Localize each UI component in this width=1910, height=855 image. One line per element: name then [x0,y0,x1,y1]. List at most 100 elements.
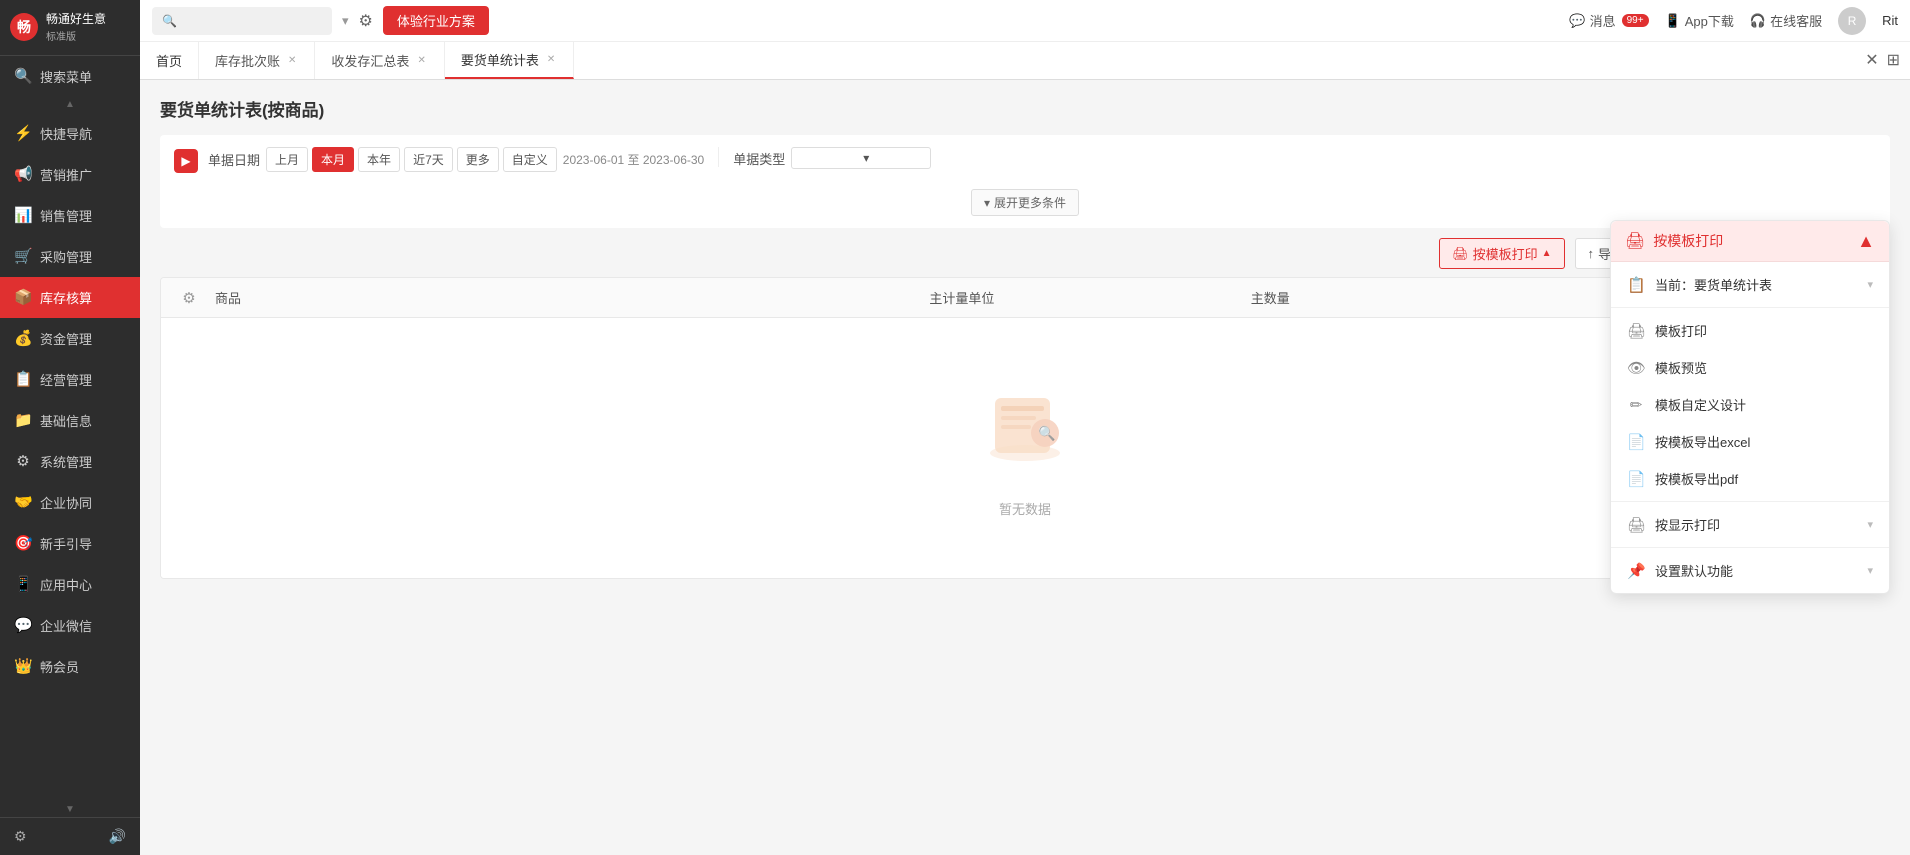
message-icon: 💬 [1569,13,1585,29]
print-btn-chevron-up: ▲ [1542,248,1552,259]
sidebar-item-enterprise[interactable]: 🤝 企业协同 [0,482,140,523]
sidebar-item-purchase[interactable]: 🛒 采购管理 [0,236,140,277]
sidebar-item-label: 采购管理 [40,247,92,266]
sidebar-footer: ⚙ 🔊 [0,817,140,855]
app-download-label: App下载 [1685,11,1734,30]
sidebar-item-basics[interactable]: 📁 基础信息 [0,400,140,441]
dropdown-template-preview[interactable]: 👁 模板预览 [1611,349,1889,386]
filter-expand-button[interactable]: ▶ [174,149,198,173]
window-maximize-btn[interactable]: ⊞ [1887,53,1900,69]
dropdown-display-print-section: 🖨 按显示打印 ▾ [1611,502,1889,547]
dropdown-template-pdf[interactable]: 📄 按模板导出pdf [1611,460,1889,497]
sidebar-item-system[interactable]: ⚙ 系统管理 [0,441,140,482]
expand-more-container: ▾ 展开更多条件 [174,189,1876,216]
logo-icon: 畅 [10,13,38,41]
sidebar-search-label: 搜索菜单 [40,67,92,86]
sidebar-item-label: 畅会员 [40,657,79,676]
sidebar-item-operation[interactable]: 📋 经营管理 [0,359,140,400]
sidebar-item-inventory[interactable]: 📦 库存核算 [0,277,140,318]
dropdown-title: 按模板打印 [1653,231,1723,251]
default-feature-icon: 📌 [1627,562,1645,580]
messages-label: 消息 [1590,11,1616,30]
tab-inventory-batch-close[interactable]: ✕ [286,53,298,68]
template-design-icon: ✏ [1627,396,1645,414]
sidebar-item-label: 基础信息 [40,411,92,430]
topbar-dropdown-icon[interactable]: ▾ [342,13,349,29]
experience-button[interactable]: 体验行业方案 [383,6,489,35]
dropdown-display-print[interactable]: 🖨 按显示打印 ▾ [1611,506,1889,543]
messages-btn[interactable]: 💬 消息 99+ [1569,11,1648,30]
topbar: 🔍 ▾ ⚙ 体验行业方案 💬 消息 99+ 📱 App下载 🎧 在线客服 R R [140,0,1910,42]
svg-text:🔍: 🔍 [1038,424,1055,442]
expand-more-label: 展开更多条件 [994,194,1066,211]
beginner-icon: 🎯 [14,534,32,552]
expand-more-icon: ▾ [984,196,990,210]
dropdown-template-excel[interactable]: 📄 按模板导出excel [1611,423,1889,460]
template-print-icon: 🖨 [1627,322,1645,340]
page-content: 要货单统计表(按商品) ▶ 单据日期 上月 本月 本年 近7天 更多 自定义 2… [140,80,1910,855]
tab-order-stats-label: 要货单统计表 [461,50,539,69]
type-filter-select[interactable]: ▾ [791,147,931,169]
sidebar-search[interactable]: 🔍 搜索菜单 [0,56,140,97]
dropdown-default-feature[interactable]: 📌 设置默认功能 ▾ [1611,552,1889,589]
dropdown-template-design[interactable]: ✏ 模板自定义设计 [1611,386,1889,423]
sidebar-item-shortcut[interactable]: ⚡ 快捷导航 [0,113,140,154]
type-filter-dropdown-icon: ▾ [863,151,922,165]
sidebar-item-appstore[interactable]: 📱 应用中心 [0,564,140,605]
current-template-label: 当前：要货单统计表 [1655,275,1772,294]
app-download-icon: 📱 [1665,13,1681,29]
default-feature-label: 设置默认功能 [1655,561,1733,580]
date-btn-this-month[interactable]: 本月 [312,147,354,172]
topbar-gear-icon[interactable]: ⚙ [359,11,373,31]
app-download-btn[interactable]: 📱 App下载 [1665,11,1734,30]
search-icon: 🔍 [14,67,32,85]
print-template-button[interactable]: 🖨 按模板打印 ▲ [1439,238,1564,269]
th-qty: 主数量 [1116,288,1424,307]
tab-receipts-summary[interactable]: 收发存汇总表 ✕ [315,42,444,79]
sidebar-item-label: 系统管理 [40,452,92,471]
date-btn-more[interactable]: 更多 [457,147,499,172]
online-support-label: 在线客服 [1770,11,1822,30]
dropdown-default-feature-left: 📌 设置默认功能 [1627,561,1733,580]
window-close-btn[interactable]: ✕ [1865,53,1878,69]
filter-separator-1 [718,147,719,167]
dropdown-template-print[interactable]: 🖨 模板打印 [1611,312,1889,349]
topbar-search-box[interactable]: 🔍 [152,7,332,35]
sidebar-item-beginner[interactable]: 🎯 新手引导 [0,523,140,564]
user-avatar[interactable]: R [1838,7,1866,35]
dropdown-print-icon: 🖨 [1625,231,1645,251]
main-area: 🔍 ▾ ⚙ 体验行业方案 💬 消息 99+ 📱 App下载 🎧 在线客服 R R [140,0,1910,855]
dropdown-close-button[interactable]: ▲ [1857,232,1875,250]
expand-more-button[interactable]: ▾ 展开更多条件 [971,189,1079,216]
date-btn-last-month[interactable]: 上月 [266,147,308,172]
sidebar-item-label: 经营管理 [40,370,92,389]
settings-footer-icon[interactable]: ⚙ [14,828,27,845]
sidebar-item-finance[interactable]: 💰 资金管理 [0,318,140,359]
sidebar-item-marketing[interactable]: 📢 营销推广 [0,154,140,195]
tab-order-stats[interactable]: 要货单统计表 ✕ [445,42,574,79]
sidebar-item-sales[interactable]: 📊 销售管理 [0,195,140,236]
dropdown-current-template[interactable]: 📋 当前：要货单统计表 ▾ [1611,266,1889,303]
date-btn-this-year[interactable]: 本年 [358,147,400,172]
tab-order-stats-close[interactable]: ✕ [545,52,557,67]
scroll-up-btn[interactable]: ▲ [0,97,140,113]
sidebar-item-vip[interactable]: 👑 畅会员 [0,646,140,687]
operation-icon: 📋 [14,370,32,388]
date-btn-custom[interactable]: 自定义 [503,147,557,172]
tab-receipts-summary-close[interactable]: ✕ [415,53,427,68]
dropdown-header-left: 🖨 按模板打印 [1625,231,1723,251]
tab-home[interactable]: 首页 [140,42,199,79]
support-icon: 🎧 [1750,13,1766,29]
sidebar-logo: 畅 畅通好生意 标准版 [0,0,140,56]
online-support-btn[interactable]: 🎧 在线客服 [1750,11,1822,30]
date-btn-last-7[interactable]: 近7天 [404,147,453,172]
sidebar-item-wechat[interactable]: 💬 企业微信 [0,605,140,646]
empty-text: 暂无数据 [999,499,1051,518]
tab-inventory-batch[interactable]: 库存批次账 ✕ [199,42,315,79]
template-excel-icon: 📄 [1627,433,1645,451]
display-print-label: 按显示打印 [1655,515,1720,534]
speaker-footer-icon[interactable]: 🔊 [109,828,126,845]
basics-icon: 📁 [14,411,32,429]
scroll-down-btn[interactable]: ▼ [0,801,140,817]
table-settings-icon[interactable]: ⚙ [182,290,195,307]
